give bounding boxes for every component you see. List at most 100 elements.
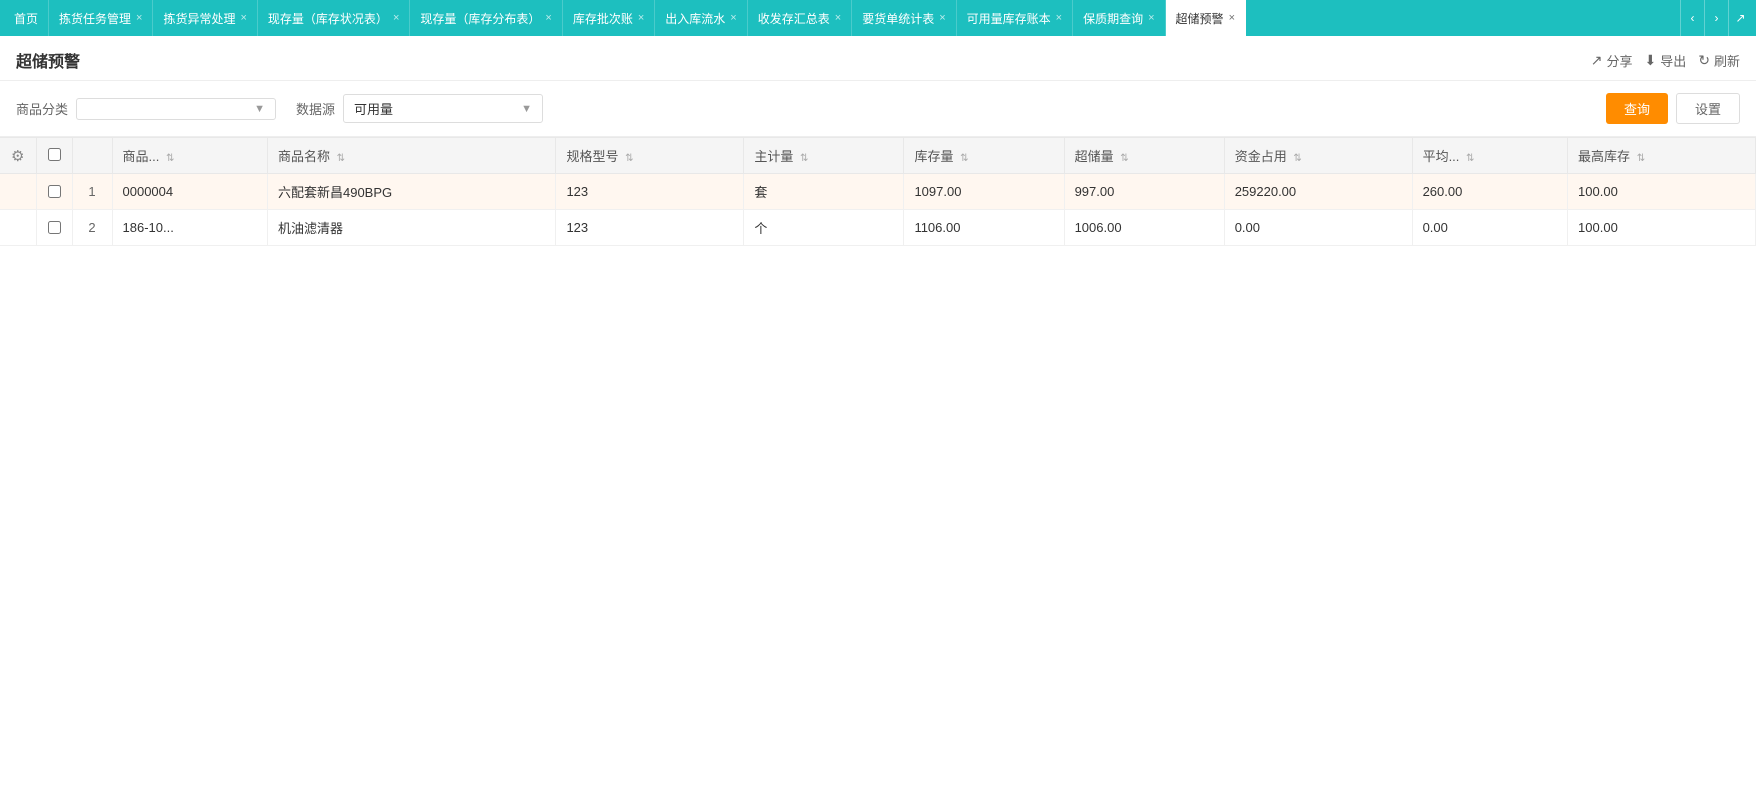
query-button[interactable]: 查询: [1606, 93, 1668, 124]
th-max-stock[interactable]: 最高库存 ⇅: [1568, 138, 1756, 174]
nav-tab-order-stats-label: 要货单统计表: [862, 10, 934, 27]
row-avg: 260.00: [1412, 174, 1567, 210]
row-settings-cell: [0, 174, 36, 210]
refresh-label: 刷新: [1714, 51, 1740, 70]
refresh-button[interactable]: ↻ 刷新: [1698, 51, 1740, 70]
th-capital[interactable]: 资金占用 ⇅: [1224, 138, 1412, 174]
datasource-label: 数据源: [296, 99, 335, 118]
row-max-stock: 100.00: [1568, 174, 1756, 210]
th-settings[interactable]: ⚙: [0, 138, 36, 174]
sort-icon: ⇅: [960, 153, 968, 164]
close-icon[interactable]: ×: [136, 12, 142, 24]
close-icon[interactable]: ×: [393, 12, 399, 24]
th-product-name[interactable]: 商品名称 ⇅: [267, 138, 555, 174]
sort-icon: ⇅: [337, 153, 345, 164]
nav-tab-quality-check[interactable]: 保质期查询 ×: [1073, 0, 1165, 36]
header-actions: ↗ 分享 ⬇ 导出 ↻ 刷新: [1591, 51, 1740, 70]
row-avg: 0.00: [1412, 210, 1567, 246]
th-avg[interactable]: 平均... ⇅: [1412, 138, 1567, 174]
table-row: 1 0000004 六配套新昌490BPG 123 套 1097.00 997.…: [0, 174, 1756, 210]
nav-next-button[interactable]: ›: [1704, 0, 1728, 36]
row-stock: 1106.00: [904, 210, 1064, 246]
nav-tab-overstock-warning[interactable]: 超储预警 ×: [1166, 0, 1246, 36]
chevron-down-icon: ▼: [521, 103, 532, 115]
gear-icon[interactable]: ⚙: [11, 148, 24, 165]
row-checkbox[interactable]: [48, 185, 61, 198]
page-header: 超储预警 ↗ 分享 ⬇ 导出 ↻ 刷新: [0, 36, 1756, 81]
nav-tab-receive-summary-label: 收发存汇总表: [758, 10, 830, 27]
nav-tab-abnormal-label: 拣货异常处理: [163, 10, 235, 27]
row-product-code: 0000004: [112, 174, 267, 210]
nav-tab-abnormal[interactable]: 拣货异常处理 ×: [153, 0, 257, 36]
row-overstock: 997.00: [1064, 174, 1224, 210]
datasource-select[interactable]: 可用量 ▼: [343, 94, 543, 123]
nav-tab-batch-account[interactable]: 库存批次账 ×: [563, 0, 655, 36]
row-product-code: 186-10...: [112, 210, 267, 246]
export-icon: ⬇: [1645, 52, 1657, 69]
filter-buttons: 查询 设置: [1606, 93, 1740, 124]
sort-icon: ⇅: [625, 153, 633, 164]
row-spec: 123: [556, 210, 744, 246]
export-button[interactable]: ⬇ 导出: [1645, 51, 1687, 70]
th-overstock-label: 超储量: [1075, 149, 1114, 164]
nav-prev-button[interactable]: ‹: [1680, 0, 1704, 36]
row-settings-cell: [0, 210, 36, 246]
sort-icon: ⇅: [166, 153, 174, 164]
close-icon[interactable]: ×: [240, 12, 246, 24]
row-spec: 123: [556, 174, 744, 210]
nav-arrows: ‹ › ↗: [1680, 0, 1752, 36]
nav-tab-quality-check-label: 保质期查询: [1083, 10, 1143, 27]
th-product-name-label: 商品名称: [278, 149, 330, 164]
close-icon[interactable]: ×: [835, 12, 841, 24]
nav-tab-home-label: 首页: [14, 10, 38, 27]
row-max-stock: 100.00: [1568, 210, 1756, 246]
nav-tab-inventory-dist[interactable]: 现存量（库存分布表） ×: [410, 0, 562, 36]
th-index: [72, 138, 112, 174]
category-select[interactable]: ▼: [76, 98, 276, 120]
row-checkbox[interactable]: [48, 221, 61, 234]
nav-tab-inventory-status-label: 现存量（库存状况表）: [268, 10, 388, 27]
th-unit[interactable]: 主计量 ⇅: [744, 138, 904, 174]
nav-tab-inout-flow[interactable]: 出入库流水 ×: [655, 0, 747, 36]
th-overstock[interactable]: 超储量 ⇅: [1064, 138, 1224, 174]
row-capital: 0.00: [1224, 210, 1412, 246]
row-capital: 259220.00: [1224, 174, 1412, 210]
close-icon[interactable]: ×: [545, 12, 551, 24]
page-title: 超储预警: [16, 48, 80, 72]
th-spec-label: 规格型号: [566, 149, 618, 164]
close-icon[interactable]: ×: [1229, 12, 1235, 24]
nav-tab-task-mgmt-label: 拣货任务管理: [59, 10, 131, 27]
close-icon[interactable]: ×: [1056, 12, 1062, 24]
nav-tab-task-mgmt[interactable]: 拣货任务管理 ×: [49, 0, 153, 36]
page-container: 超储预警 ↗ 分享 ⬇ 导出 ↻ 刷新 商品分类 ▼ 数据源: [0, 36, 1756, 800]
nav-tab-available-ledger-label: 可用量库存账本: [967, 10, 1051, 27]
close-icon[interactable]: ×: [1148, 12, 1154, 24]
category-label: 商品分类: [16, 99, 68, 118]
th-stock-label: 库存量: [914, 149, 953, 164]
nav-tab-receive-summary[interactable]: 收发存汇总表 ×: [748, 0, 852, 36]
th-checkbox: [36, 138, 72, 174]
th-stock[interactable]: 库存量 ⇅: [904, 138, 1064, 174]
th-spec[interactable]: 规格型号 ⇅: [556, 138, 744, 174]
sort-icon: ⇅: [1293, 153, 1301, 164]
nav-expand-button[interactable]: ↗: [1728, 0, 1752, 36]
row-index: 2: [72, 210, 112, 246]
select-all-checkbox[interactable]: [48, 148, 61, 161]
nav-tab-home[interactable]: 首页: [4, 0, 49, 36]
share-button[interactable]: ↗ 分享: [1591, 51, 1633, 70]
nav-tab-order-stats[interactable]: 要货单统计表 ×: [852, 0, 956, 36]
table-container: ⚙ 商品... ⇅ 商品名称 ⇅ 规格型号: [0, 137, 1756, 246]
close-icon[interactable]: ×: [638, 12, 644, 24]
nav-tab-available-ledger[interactable]: 可用量库存账本 ×: [957, 0, 1073, 36]
th-product-code-label: 商品...: [123, 149, 160, 164]
close-icon[interactable]: ×: [939, 12, 945, 24]
th-capital-label: 资金占用: [1235, 149, 1287, 164]
export-label: 导出: [1660, 51, 1686, 70]
sort-icon: ⇅: [1466, 153, 1474, 164]
settings-button[interactable]: 设置: [1676, 93, 1740, 124]
category-filter: 商品分类 ▼: [16, 98, 276, 120]
nav-tab-inventory-status[interactable]: 现存量（库存状况表） ×: [258, 0, 410, 36]
close-icon[interactable]: ×: [730, 12, 736, 24]
datasource-filter: 数据源 可用量 ▼: [296, 94, 543, 123]
th-product-code[interactable]: 商品... ⇅: [112, 138, 267, 174]
